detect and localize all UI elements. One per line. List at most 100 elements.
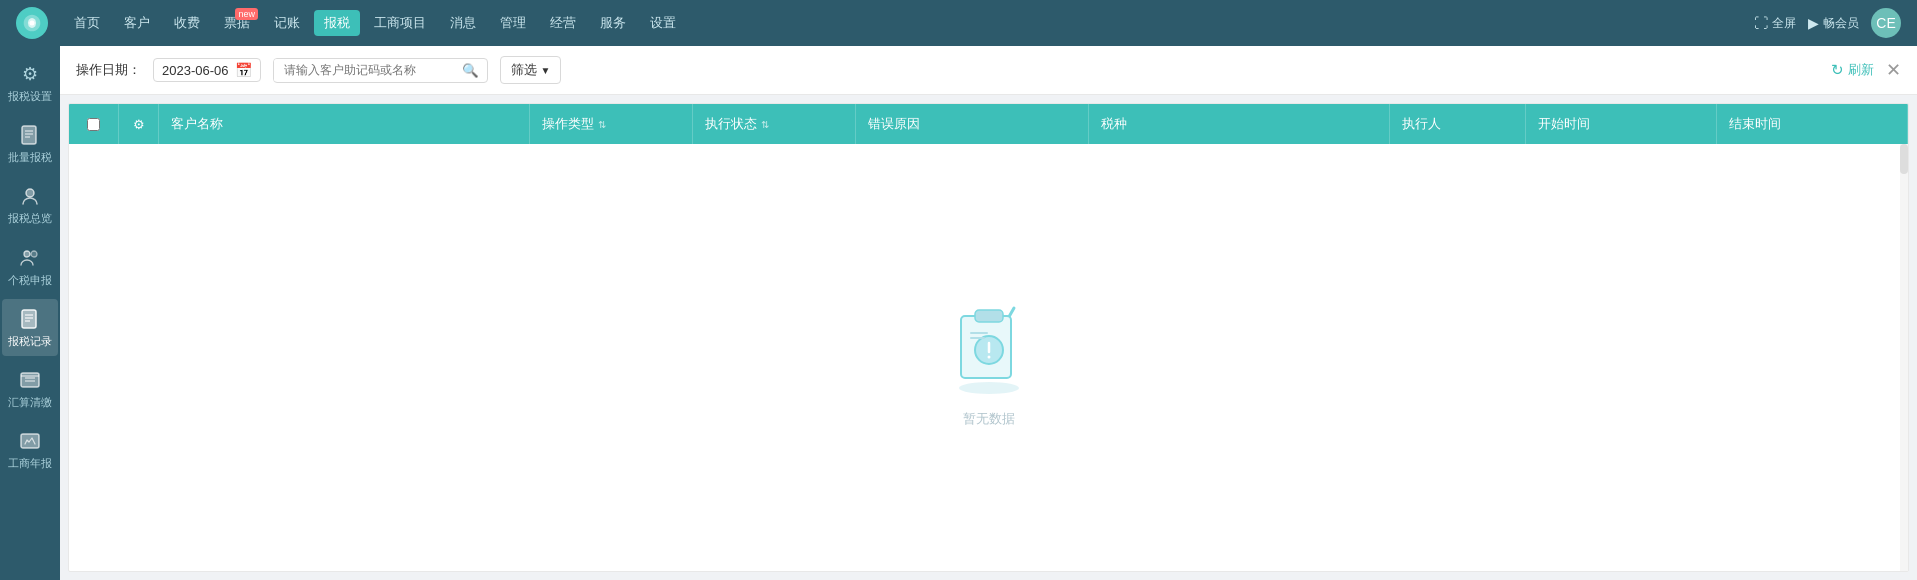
settlement-icon xyxy=(18,368,42,392)
nav-service[interactable]: 服务 xyxy=(590,10,636,36)
th-error-label: 错误原因 xyxy=(868,115,920,133)
user-avatar[interactable]: CE xyxy=(1871,8,1901,38)
empty-illustration xyxy=(939,288,1039,398)
sidebar-label-tax-summary: 报税总览 xyxy=(8,212,52,225)
sidebar-label-batch-tax: 批量报税 xyxy=(8,151,52,164)
fullscreen-icon: ⛶ xyxy=(1754,15,1768,31)
nav-message[interactable]: 消息 xyxy=(440,10,486,36)
search-input[interactable] xyxy=(274,59,454,81)
nav-billing[interactable]: 收费 xyxy=(164,10,210,36)
th-type-label: 操作类型 xyxy=(542,115,594,133)
sidebar-label-tax-settings: 报税设置 xyxy=(8,90,52,103)
filter-button[interactable]: 筛选 ▼ xyxy=(500,56,562,84)
sidebar-item-settlement[interactable]: 汇算清缴 xyxy=(2,360,58,417)
app-logo[interactable] xyxy=(16,7,48,39)
svg-point-24 xyxy=(987,355,990,358)
svg-point-6 xyxy=(24,251,30,257)
sidebar-item-tax-record[interactable]: 报税记录 xyxy=(2,299,58,356)
svg-rect-12 xyxy=(21,373,39,387)
sidebar-label-settlement: 汇算清缴 xyxy=(8,396,52,409)
new-badge: new xyxy=(235,8,258,20)
nav-bookkeeping[interactable]: 记账 xyxy=(264,10,310,36)
date-label: 操作日期： xyxy=(76,61,141,79)
svg-rect-1 xyxy=(22,126,36,144)
fullscreen-button[interactable]: ⛶ 全屏 xyxy=(1754,15,1796,32)
table-body: 暂无数据 xyxy=(69,144,1908,571)
toolbar-right: ↻ 刷新 ✕ xyxy=(1831,61,1901,79)
nav-invoice[interactable]: 票据 new xyxy=(214,10,260,36)
sidebar-item-tax-summary[interactable]: 报税总览 xyxy=(2,176,58,233)
scroll-track[interactable] xyxy=(1900,144,1908,571)
th-name-label: 客户名称 xyxy=(171,115,223,133)
th-error: 错误原因 xyxy=(856,104,1088,144)
th-end-label: 结束时间 xyxy=(1729,115,1781,133)
nav-right-area: ⛶ 全屏 ▶ 畅会员 CE xyxy=(1754,8,1901,38)
nav-finance[interactable]: 经营 xyxy=(540,10,586,36)
nav-tax[interactable]: 报税 xyxy=(314,10,360,36)
tax-record-icon xyxy=(18,307,42,331)
svg-point-7 xyxy=(31,251,37,257)
nav-settings[interactable]: 设置 xyxy=(640,10,686,36)
nav-manage[interactable]: 管理 xyxy=(490,10,536,36)
annual-report-icon xyxy=(18,429,42,453)
tax-settings-icon: ⚙ xyxy=(18,62,42,86)
th-tax-label: 税种 xyxy=(1101,115,1127,133)
sidebar-label-personal-tax: 个税申报 xyxy=(8,274,52,287)
member-icon: ▶ xyxy=(1808,15,1819,31)
th-executor: 执行人 xyxy=(1390,104,1526,144)
search-box: 🔍 xyxy=(273,58,488,83)
date-picker[interactable]: 2023-06-06 📅 xyxy=(153,58,261,82)
sort-icon-status: ⇅ xyxy=(761,119,769,130)
select-all-checkbox[interactable] xyxy=(87,118,100,131)
calendar-icon: 📅 xyxy=(235,62,252,78)
svg-point-0 xyxy=(30,21,35,26)
refresh-button[interactable]: ↻ 刷新 xyxy=(1831,61,1874,79)
empty-text-label: 暂无数据 xyxy=(963,410,1015,428)
svg-point-17 xyxy=(959,382,1019,394)
th-status[interactable]: 执行状态 ⇅ xyxy=(693,104,856,144)
th-tax: 税种 xyxy=(1089,104,1391,144)
th-start-label: 开始时间 xyxy=(1538,115,1590,133)
table-header: ⚙ 客户名称 操作类型 ⇅ 执行状态 ⇅ 错误原因 税种 xyxy=(69,104,1908,144)
refresh-label: 刷新 xyxy=(1848,61,1874,79)
nav-commerce[interactable]: 工商项目 xyxy=(364,10,436,36)
date-value: 2023-06-06 xyxy=(162,63,229,78)
chevron-down-icon: ▼ xyxy=(541,65,551,76)
sidebar-item-annual-report[interactable]: 工商年报 xyxy=(2,421,58,478)
personal-tax-icon xyxy=(18,246,42,270)
sidebar: ⚙ 报税设置 批量报税 报税总览 xyxy=(0,46,60,580)
member-button[interactable]: ▶ 畅会员 xyxy=(1808,15,1859,32)
filter-label: 筛选 xyxy=(511,61,537,79)
sidebar-item-personal-tax[interactable]: 个税申报 xyxy=(2,238,58,295)
th-end-time: 结束时间 xyxy=(1717,104,1908,144)
search-icon: 🔍 xyxy=(462,63,479,78)
content-area: 操作日期： 2023-06-06 📅 🔍 筛选 ▼ ↻ 刷新 ✕ xyxy=(60,46,1917,580)
nav-customer[interactable]: 客户 xyxy=(114,10,160,36)
empty-state: 暂无数据 xyxy=(939,288,1039,428)
sidebar-item-tax-settings[interactable]: ⚙ 报税设置 xyxy=(2,54,58,111)
sort-icon-type: ⇅ xyxy=(598,119,606,130)
table-area: ⚙ 客户名称 操作类型 ⇅ 执行状态 ⇅ 错误原因 税种 xyxy=(68,103,1909,572)
close-button[interactable]: ✕ xyxy=(1886,61,1901,79)
nav-home[interactable]: 首页 xyxy=(64,10,110,36)
th-type[interactable]: 操作类型 ⇅ xyxy=(530,104,693,144)
th-executor-label: 执行人 xyxy=(1402,115,1441,133)
scroll-thumb[interactable] xyxy=(1900,144,1908,174)
refresh-icon: ↻ xyxy=(1831,61,1844,79)
fullscreen-label: 全屏 xyxy=(1772,15,1796,32)
search-button[interactable]: 🔍 xyxy=(454,59,487,82)
svg-rect-8 xyxy=(22,310,36,328)
sidebar-item-batch-tax[interactable]: 批量报税 xyxy=(2,115,58,172)
th-name: 客户名称 xyxy=(159,104,530,144)
member-label: 畅会员 xyxy=(1823,15,1859,32)
batch-tax-icon xyxy=(18,123,42,147)
sidebar-label-annual-report: 工商年报 xyxy=(8,457,52,470)
th-start-time: 开始时间 xyxy=(1526,104,1717,144)
th-settings[interactable]: ⚙ xyxy=(119,104,159,144)
svg-rect-21 xyxy=(975,310,1003,322)
th-checkbox[interactable] xyxy=(69,104,119,144)
top-navigation: 首页 客户 收费 票据 new 记账 报税 工商项目 消息 管理 经营 服务 设… xyxy=(0,0,1917,46)
main-area: ⚙ 报税设置 批量报税 报税总览 xyxy=(0,46,1917,580)
tax-summary-icon xyxy=(18,184,42,208)
settings-icon: ⚙ xyxy=(133,117,145,132)
